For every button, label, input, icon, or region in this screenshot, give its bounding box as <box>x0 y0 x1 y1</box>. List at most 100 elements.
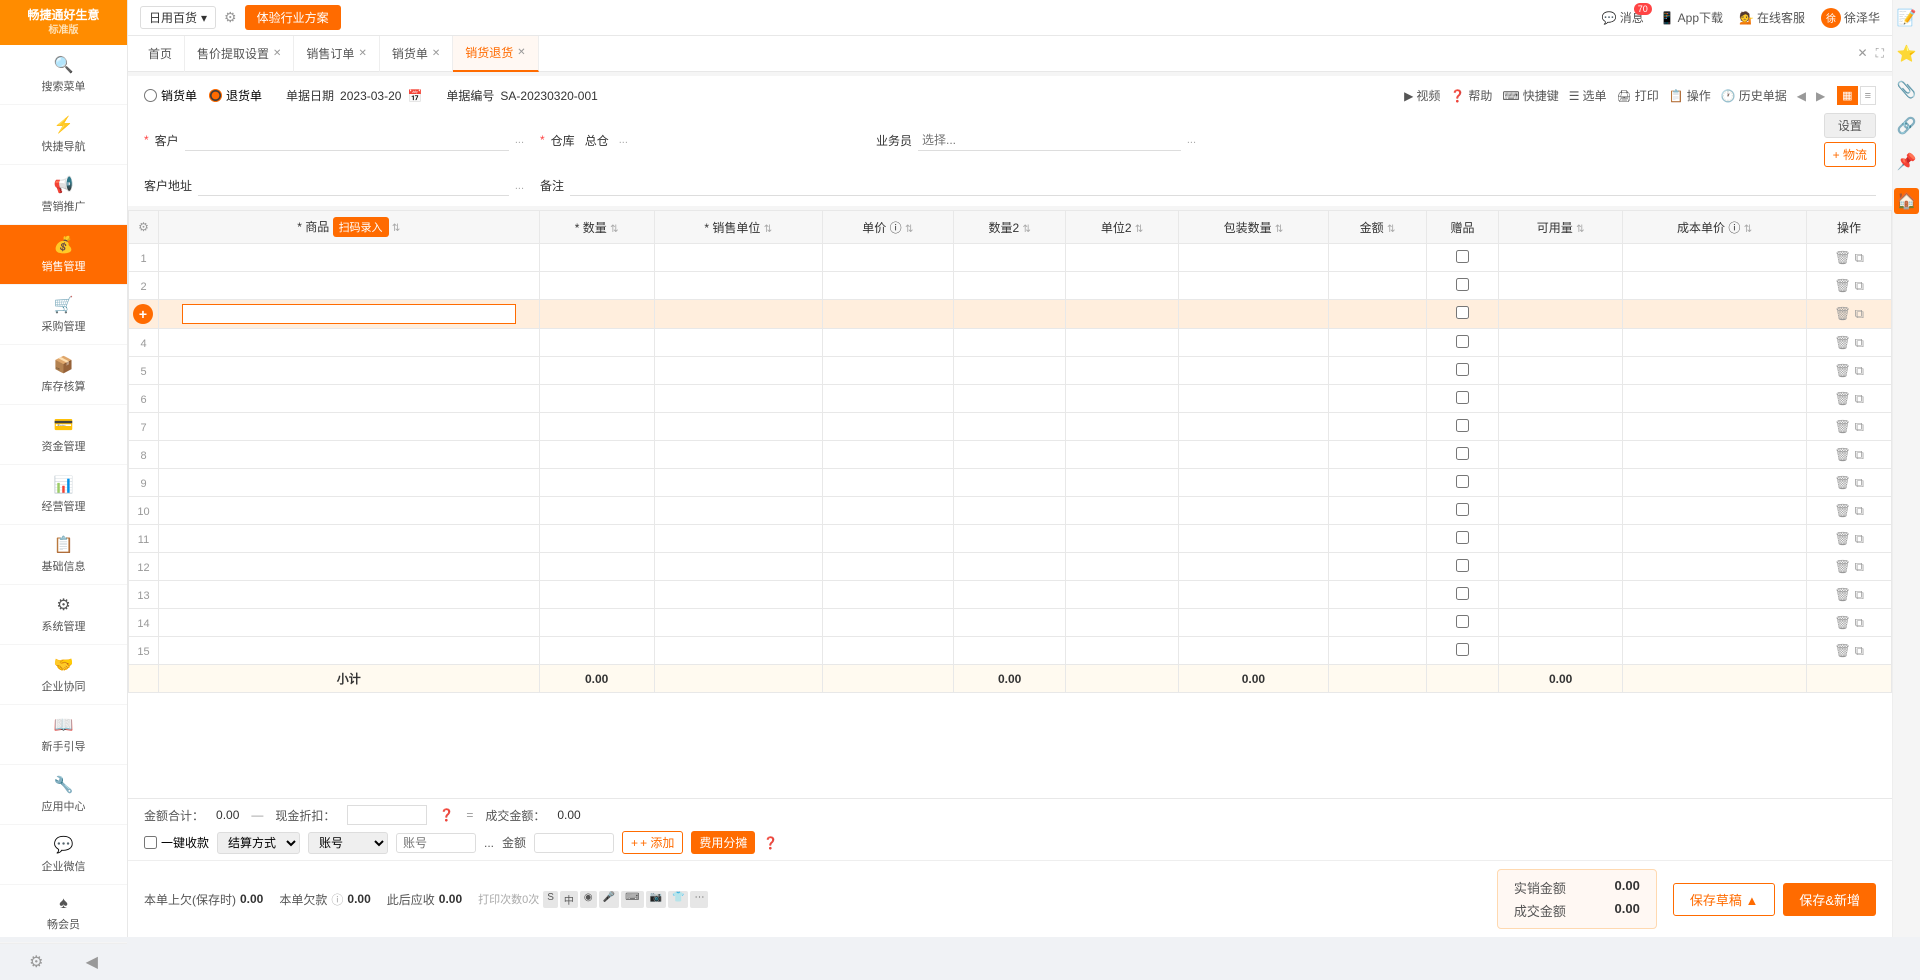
unit_price-cell-4[interactable] <box>822 329 953 357</box>
experience-button[interactable]: 体验行业方案 <box>245 5 341 30</box>
tab-3[interactable]: 销货单✕ <box>380 36 453 72</box>
unit2-sort-icon[interactable]: ⇅ <box>1135 224 1143 235</box>
available-cell-9[interactable] <box>1499 469 1623 497</box>
goods-cell-8[interactable] <box>159 441 540 469</box>
goods-cell-12[interactable] <box>159 553 540 581</box>
add-payment-button[interactable]: + + 添加 <box>622 831 683 854</box>
qty-cell-14[interactable] <box>539 609 654 637</box>
goods-cell-13[interactable] <box>159 581 540 609</box>
amount-cell-11[interactable] <box>1329 525 1427 553</box>
gift-checkbox-3[interactable] <box>1456 306 1469 319</box>
header-gear-icon[interactable]: ⚙ <box>224 9 237 26</box>
qty-cell-8[interactable] <box>539 441 654 469</box>
account-select[interactable]: 账号 <box>308 832 388 854</box>
sales_unit-cell-13[interactable] <box>654 581 822 609</box>
sales_unit-cell-12[interactable] <box>654 553 822 581</box>
sidebar-item-7[interactable]: 📊 经营管理 <box>0 465 127 525</box>
scan-input-btn[interactable]: 扫码录入 <box>333 217 389 237</box>
cost-cell-15[interactable] <box>1623 637 1807 665</box>
amount-sort-icon[interactable]: ⇅ <box>1387 224 1395 235</box>
copy-row-icon-1[interactable]: ⧉ <box>1855 250 1864 266</box>
delete-row-icon-8[interactable]: 🗑 <box>1834 447 1851 463</box>
sidebar-item-8[interactable]: 📋 基础信息 <box>0 525 127 585</box>
goods-cell-1[interactable] <box>159 244 540 272</box>
gift-checkbox-14[interactable] <box>1456 615 1469 628</box>
gift-checkbox-4[interactable] <box>1456 335 1469 348</box>
delete-row-icon-11[interactable]: 🗑 <box>1834 531 1851 547</box>
gift-checkbox-5[interactable] <box>1456 363 1469 376</box>
next-record-icon[interactable]: ▶ <box>1816 89 1825 103</box>
sidebar-item-4[interactable]: 🛒 采购管理 <box>0 285 127 345</box>
copy-row-icon-14[interactable]: ⧉ <box>1855 615 1864 631</box>
cost-cell-7[interactable] <box>1623 413 1807 441</box>
cost-cell-10[interactable] <box>1623 497 1807 525</box>
tab-2[interactable]: 销售订单✕ <box>294 36 379 72</box>
gift-checkbox-15[interactable] <box>1456 643 1469 656</box>
qty2-cell-13[interactable] <box>953 581 1065 609</box>
one-click-pay-checkbox[interactable] <box>144 836 157 849</box>
unit2-cell-3[interactable] <box>1066 300 1178 329</box>
shortcut-btn[interactable]: ⌨ 快捷键 <box>1502 87 1558 104</box>
pack_qty-cell-3[interactable] <box>1178 300 1328 329</box>
amount-cell-7[interactable] <box>1329 413 1427 441</box>
sales_unit-cell-11[interactable] <box>654 525 822 553</box>
unit2-cell-13[interactable] <box>1066 581 1178 609</box>
qty2-cell-8[interactable] <box>953 441 1065 469</box>
sidebar-item-11[interactable]: 📖 新手引导 <box>0 705 127 765</box>
amount-cell-8[interactable] <box>1329 441 1427 469</box>
unit2-cell-11[interactable] <box>1066 525 1178 553</box>
right-panel-star-icon[interactable]: ⭐ <box>1897 44 1917 64</box>
available-cell-1[interactable] <box>1499 244 1623 272</box>
packqty-sort-icon[interactable]: ⇅ <box>1275 224 1283 235</box>
pack_qty-cell-5[interactable] <box>1178 357 1328 385</box>
copy-row-icon-4[interactable]: ⧉ <box>1855 335 1864 351</box>
sales_unit-cell-5[interactable] <box>654 357 822 385</box>
qty-cell-5[interactable] <box>539 357 654 385</box>
unit2-cell-2[interactable] <box>1066 272 1178 300</box>
delete-row-icon-15[interactable]: 🗑 <box>1834 643 1851 659</box>
select-btn[interactable]: ☰ 选单 <box>1569 87 1607 104</box>
add-row-btn[interactable]: + <box>133 304 153 324</box>
unit_price-cell-5[interactable] <box>822 357 953 385</box>
goods-cell-4[interactable] <box>159 329 540 357</box>
gift-checkbox-11[interactable] <box>1456 531 1469 544</box>
amount-cell-1[interactable] <box>1329 244 1427 272</box>
qty2-cell-4[interactable] <box>953 329 1065 357</box>
close-tab-icon[interactable]: ✕ <box>1858 46 1868 61</box>
sidebar-item-3[interactable]: 💰 销售管理 <box>0 225 127 285</box>
qty-cell-7[interactable] <box>539 413 654 441</box>
amount-cell-10[interactable] <box>1329 497 1427 525</box>
copy-row-icon-3[interactable]: ⧉ <box>1855 306 1864 322</box>
unit2-cell-9[interactable] <box>1066 469 1178 497</box>
delete-row-icon-12[interactable]: 🗑 <box>1834 559 1851 575</box>
cost-cell-14[interactable] <box>1623 609 1807 637</box>
unit_price-cell-3[interactable] <box>822 300 953 329</box>
cost-cell-5[interactable] <box>1623 357 1807 385</box>
unit2-cell-4[interactable] <box>1066 329 1178 357</box>
goods-cell-7[interactable] <box>159 413 540 441</box>
address-input[interactable] <box>198 175 509 196</box>
pack_qty-cell-8[interactable] <box>1178 441 1328 469</box>
delete-row-icon-5[interactable]: 🗑 <box>1834 363 1851 379</box>
pack_qty-cell-7[interactable] <box>1178 413 1328 441</box>
unit2-cell-12[interactable] <box>1066 553 1178 581</box>
gift-checkbox-2[interactable] <box>1456 278 1469 291</box>
cost-sort-icon[interactable]: ⇅ <box>1744 224 1752 235</box>
delete-row-icon-2[interactable]: 🗑 <box>1834 278 1851 294</box>
amount-cell-14[interactable] <box>1329 609 1427 637</box>
radio-sales-input[interactable] <box>144 89 157 102</box>
pack_qty-cell-15[interactable] <box>1178 637 1328 665</box>
customer-dots[interactable]: ... <box>515 134 524 146</box>
gift-checkbox-7[interactable] <box>1456 419 1469 432</box>
print-btn[interactable]: 🖨 打印 <box>1617 87 1659 104</box>
pack_qty-cell-6[interactable] <box>1178 385 1328 413</box>
copy-row-icon-2[interactable]: ⧉ <box>1855 278 1864 294</box>
expense-split-button[interactable]: 费用分摊 <box>691 831 755 854</box>
sales_unit-cell-2[interactable] <box>654 272 822 300</box>
price-sort-icon[interactable]: ⇅ <box>905 224 913 235</box>
goods-cell-6[interactable] <box>159 385 540 413</box>
sidebar-item-13[interactable]: 💬 企业微信 <box>0 825 127 885</box>
tab-close-3[interactable]: ✕ <box>432 48 440 59</box>
delete-row-icon-7[interactable]: 🗑 <box>1834 419 1851 435</box>
qty2-cell-15[interactable] <box>953 637 1065 665</box>
